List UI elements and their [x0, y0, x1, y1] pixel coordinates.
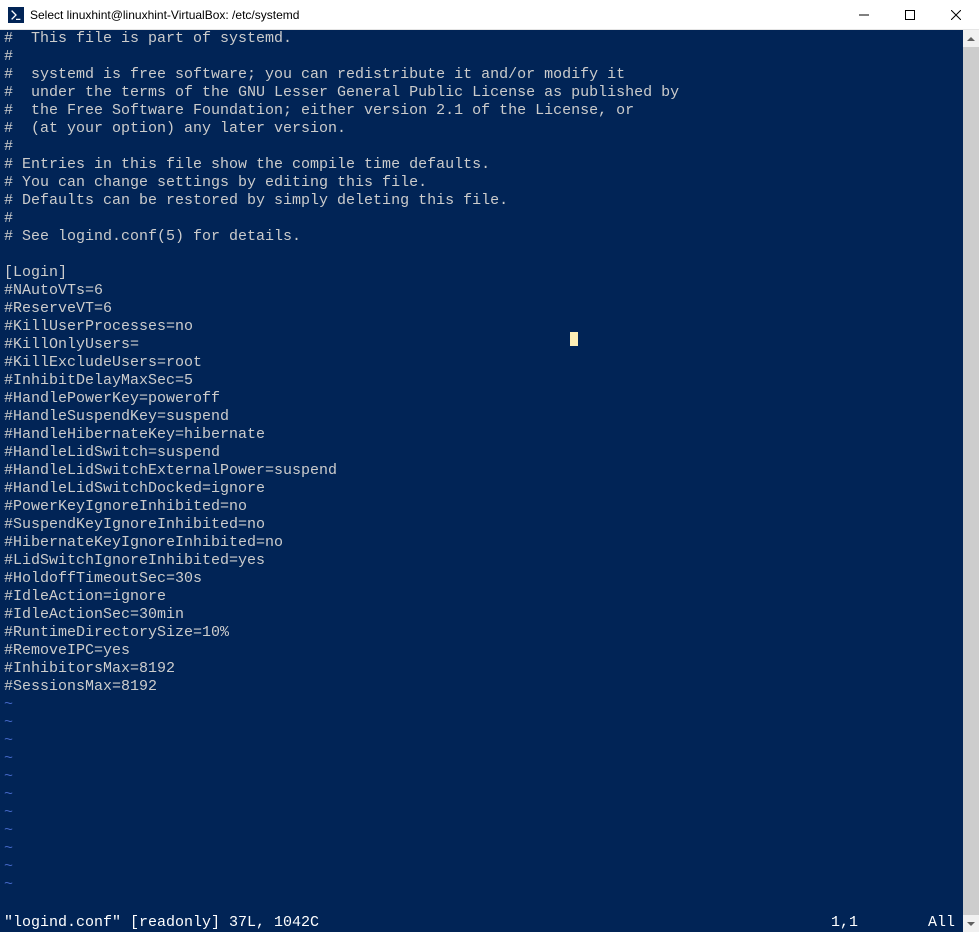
scrollbar-thumb[interactable] — [963, 47, 979, 915]
scroll-down-button[interactable] — [963, 915, 979, 932]
file-content: # This file is part of systemd. # # syst… — [0, 30, 979, 914]
powershell-icon — [8, 7, 24, 23]
scrollbar[interactable] — [963, 30, 979, 932]
terminal-area[interactable]: # This file is part of systemd. # # syst… — [0, 30, 979, 932]
close-button[interactable] — [933, 0, 979, 29]
status-filename: "logind.conf" [readonly] 37L, 1042C — [4, 914, 319, 932]
titlebar: Select linuxhint@linuxhint-VirtualBox: /… — [0, 0, 979, 30]
maximize-button[interactable] — [887, 0, 933, 29]
window-title: Select linuxhint@linuxhint-VirtualBox: /… — [30, 8, 299, 22]
status-cursor-position: 1,1 — [831, 914, 858, 932]
vim-status-line: "logind.conf" [readonly] 37L, 1042C 1,1 … — [0, 914, 963, 932]
scroll-up-button[interactable] — [963, 30, 979, 47]
minimize-button[interactable] — [841, 0, 887, 29]
selection-cursor — [570, 332, 578, 346]
status-scroll-indicator: All — [928, 914, 955, 932]
window-controls — [841, 0, 979, 29]
